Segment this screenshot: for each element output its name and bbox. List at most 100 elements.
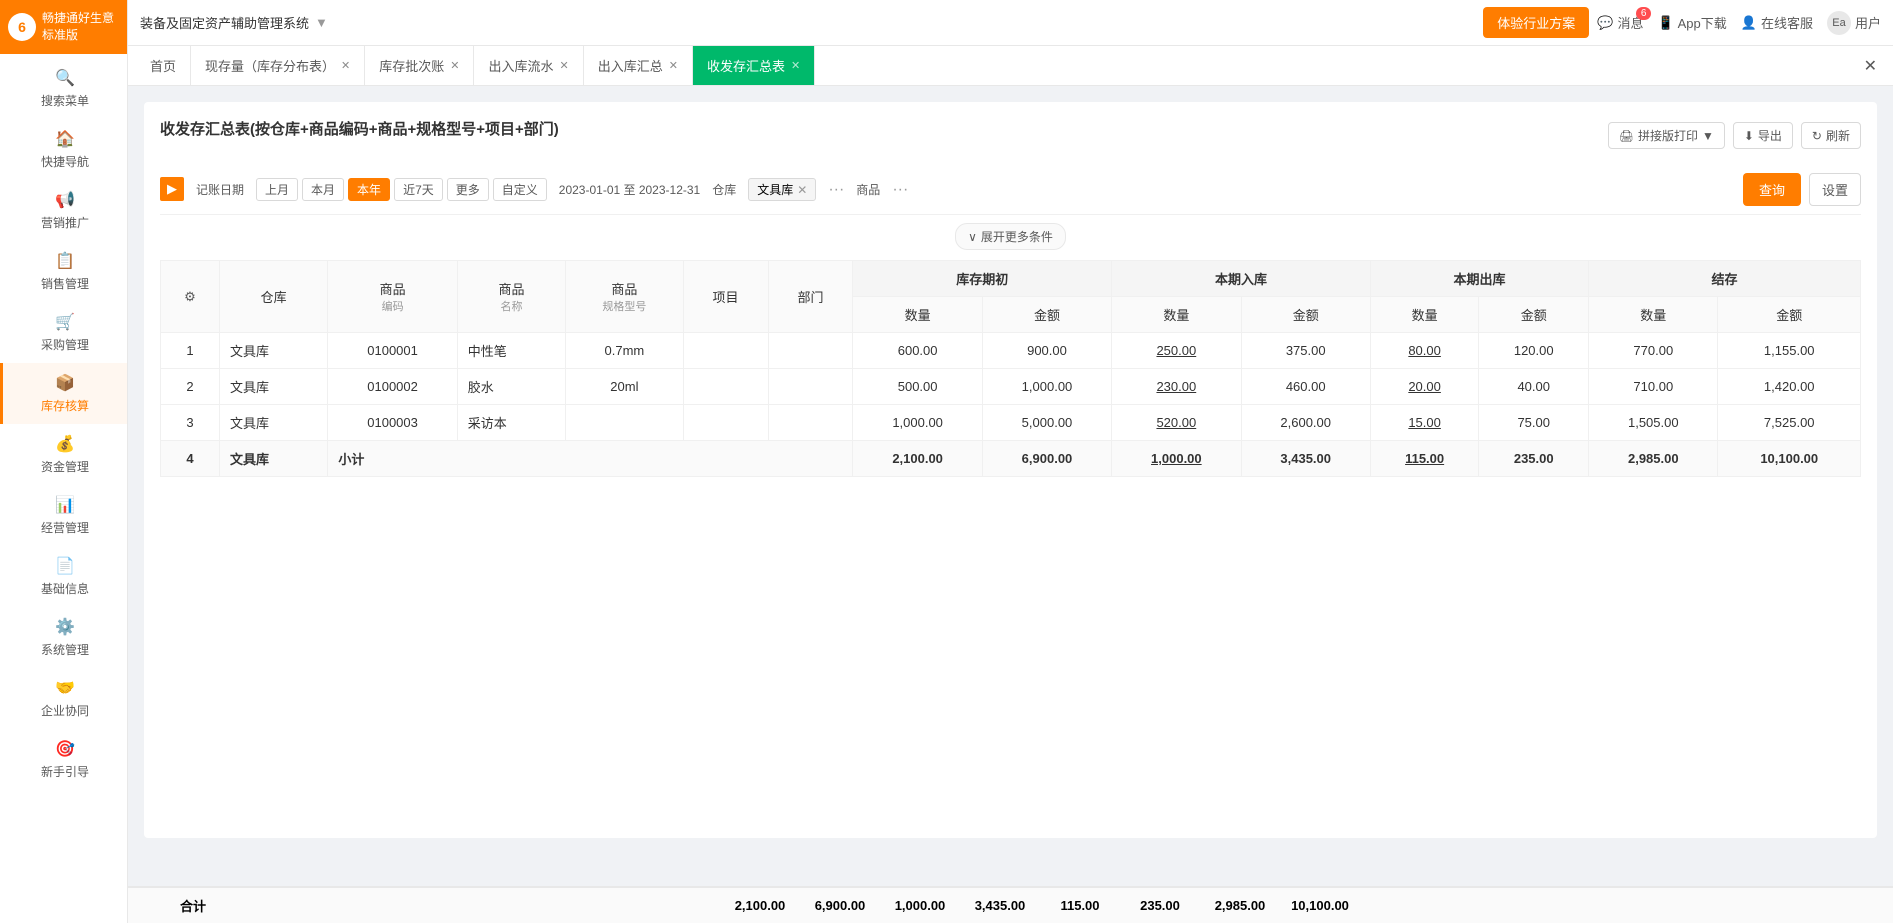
header-icons: 💬 消息 6 📱 App下载 👤 在线客服 Ea 用户 [1597,11,1881,35]
warehouse-tag: 文具库 ✕ [748,178,816,201]
row-in-qty[interactable]: 250.00 [1112,333,1241,369]
query-button[interactable]: 查询 [1743,173,1801,206]
row-in-qty[interactable]: 520.00 [1112,405,1241,441]
refresh-button[interactable]: ↻ 刷新 [1801,122,1861,149]
online-service-item[interactable]: 👤 在线客服 [1741,13,1813,32]
sidebar-item-inventory[interactable]: 📦 库存核算 [0,363,127,424]
basic-icon: 📄 [55,556,75,576]
date-buttons: 上月 本月 本年 近7天 更多 自定义 [256,178,547,201]
export-button[interactable]: ⬇ 导出 [1733,122,1793,149]
tab-inout-summary[interactable]: 出入库汇总 ✕ [584,46,693,85]
filter-collapse-btn[interactable]: ▶ [160,177,184,201]
bottom-total-bar: 合计 2,100.00 6,900.00 1,000.00 3,435.00 1… [128,886,1893,923]
tab-stock-dist[interactable]: 现存量（库存分布表） ✕ [191,46,365,85]
tab-batch-ledger[interactable]: 库存批次账 ✕ [365,46,474,85]
row-project [683,405,768,441]
sidebar-item-search[interactable]: 🔍 搜索菜单 [0,58,127,119]
date-btn-this-month[interactable]: 本月 [302,178,344,201]
tab-close-inout-summary[interactable]: ✕ [669,59,678,72]
row-dept [768,369,853,405]
th-warehouse: 仓库 [219,261,327,333]
user-label: 用户 [1855,13,1881,32]
row-in-amt: 2,600.00 [1241,405,1370,441]
row-warehouse: 文具库 [219,333,327,369]
warehouse-tag-value: 文具库 [757,181,793,198]
expand-bar: ∨ 展开更多条件 [160,223,1861,250]
row-in-qty[interactable]: 230.00 [1112,369,1241,405]
row-out-qty[interactable]: 20.00 [1370,369,1478,405]
date-btn-7days[interactable]: 近7天 [394,178,443,201]
expand-more-btn[interactable]: ∨ 展开更多条件 [955,223,1066,250]
date-filter-label: 记账日期 [196,181,244,198]
row-out-qty[interactable]: 15.00 [1370,405,1478,441]
sidebar-item-system[interactable]: ⚙️ 系统管理 [0,607,127,668]
date-btn-more[interactable]: 更多 [447,178,489,201]
sidebar-item-basic[interactable]: 📄 基础信息 [0,546,127,607]
row-goods-spec [566,405,683,441]
table-row: 2 文具库 0100002 胶水 20ml 500.00 1,000.00 23… [161,369,1861,405]
date-btn-this-year[interactable]: 本年 [348,178,390,201]
warehouse-tag-remove[interactable]: ✕ [797,183,807,197]
row-bal-qty: 770.00 [1589,333,1718,369]
message-icon: 💬 [1597,15,1613,31]
date-btn-custom[interactable]: 自定义 [493,178,547,201]
message-item[interactable]: 💬 消息 6 [1597,13,1643,32]
subtotal-out-qty: 115.00 [1370,441,1478,477]
system-title: 装备及固定资产辅助管理系统 ▼ [140,13,1475,32]
sidebar-item-operation[interactable]: 📊 经营管理 [0,485,127,546]
row-seq: 1 [161,333,220,369]
app-download-item[interactable]: 📱 App下载 [1657,13,1726,32]
print-button[interactable]: 🖨 拼接版打印 ▼ [1608,122,1725,149]
sidebar-item-purchase[interactable]: 🛒 采购管理 [0,302,127,363]
user-item[interactable]: Ea 用户 [1827,11,1881,35]
row-goods-name: 胶水 [457,369,565,405]
tab-close-inout-flow[interactable]: ✕ [560,59,569,72]
date-btn-last-month[interactable]: 上月 [256,178,298,201]
sidebar-item-sales[interactable]: 📋 销售管理 [0,241,127,302]
th-goods-spec: 商品 规格型号 [566,261,683,333]
subtotal-in-amt: 3,435.00 [1241,441,1370,477]
sidebar-item-quick-nav[interactable]: 🏠 快捷导航 [0,119,127,180]
subtotal-open-qty: 2,100.00 [853,441,982,477]
th-bal-qty: 数量 [1589,297,1718,333]
tab-close-recv-send[interactable]: ✕ [791,59,800,72]
sidebar-item-finance[interactable]: 💰 资金管理 [0,424,127,485]
th-goods-code: 商品 编码 [328,261,457,333]
row-warehouse: 文具库 [219,369,327,405]
experience-button[interactable]: 体验行业方案 [1483,7,1589,38]
subtotal-open-amt: 6,900.00 [982,441,1111,477]
sidebar-item-newbie[interactable]: 🎯 新手引导 [0,729,127,790]
tab-home[interactable]: 首页 [136,46,191,85]
tab-close-batch-ledger[interactable]: ✕ [450,59,459,72]
tab-close-stock-dist[interactable]: ✕ [341,59,350,72]
warehouse-filter-label: 仓库 [712,181,736,198]
total-out-amt: 235.00 [1120,898,1200,913]
tab-inout-flow[interactable]: 出入库流水 ✕ [474,46,583,85]
tab-recv-send-summary[interactable]: 收发存汇总表 ✕ [693,46,815,85]
sidebar-item-marketing[interactable]: 📢 营销推广 [0,180,127,241]
setting-button[interactable]: 设置 [1809,173,1861,206]
sidebar-nav: 🔍 搜索菜单 🏠 快捷导航 📢 营销推广 📋 销售管理 🛒 采购管理 📦 库存核… [0,54,127,923]
expand-label: 展开更多条件 [981,228,1053,245]
warehouse-more-btn[interactable]: ··· [828,181,844,199]
row-out-qty[interactable]: 80.00 [1370,333,1478,369]
sidebar-item-enterprise[interactable]: 🤝 企业协同 [0,668,127,729]
row-in-amt: 375.00 [1241,333,1370,369]
subtotal-label: 小计 [328,441,853,477]
row-bal-amt: 7,525.00 [1718,405,1861,441]
tab-bar: 首页 现存量（库存分布表） ✕ 库存批次账 ✕ 出入库流水 ✕ 出入库汇总 ✕ … [128,46,1893,86]
goods-more-btn[interactable]: ··· [892,181,908,199]
row-goods-spec: 0.7mm [566,333,683,369]
th-in-qty: 数量 [1112,297,1241,333]
print-dropdown-icon: ▼ [1702,129,1714,143]
th-settings[interactable]: ⚙ [161,261,220,333]
online-service-label: 在线客服 [1761,13,1813,32]
page-container: 收发存汇总表(按仓库+商品编码+商品+规格型号+项目+部门) 🖨 拼接版打印 ▼… [144,102,1877,838]
column-settings-icon[interactable]: ⚙ [184,289,196,304]
row-out-amt: 120.00 [1479,333,1589,369]
dropdown-icon: ▼ [315,15,328,30]
th-dept: 部门 [768,261,853,333]
tab-bar-close[interactable]: ✕ [1856,56,1885,76]
content-area: 收发存汇总表(按仓库+商品编码+商品+规格型号+项目+部门) 🖨 拼接版打印 ▼… [128,86,1893,886]
th-open-qty: 数量 [853,297,982,333]
